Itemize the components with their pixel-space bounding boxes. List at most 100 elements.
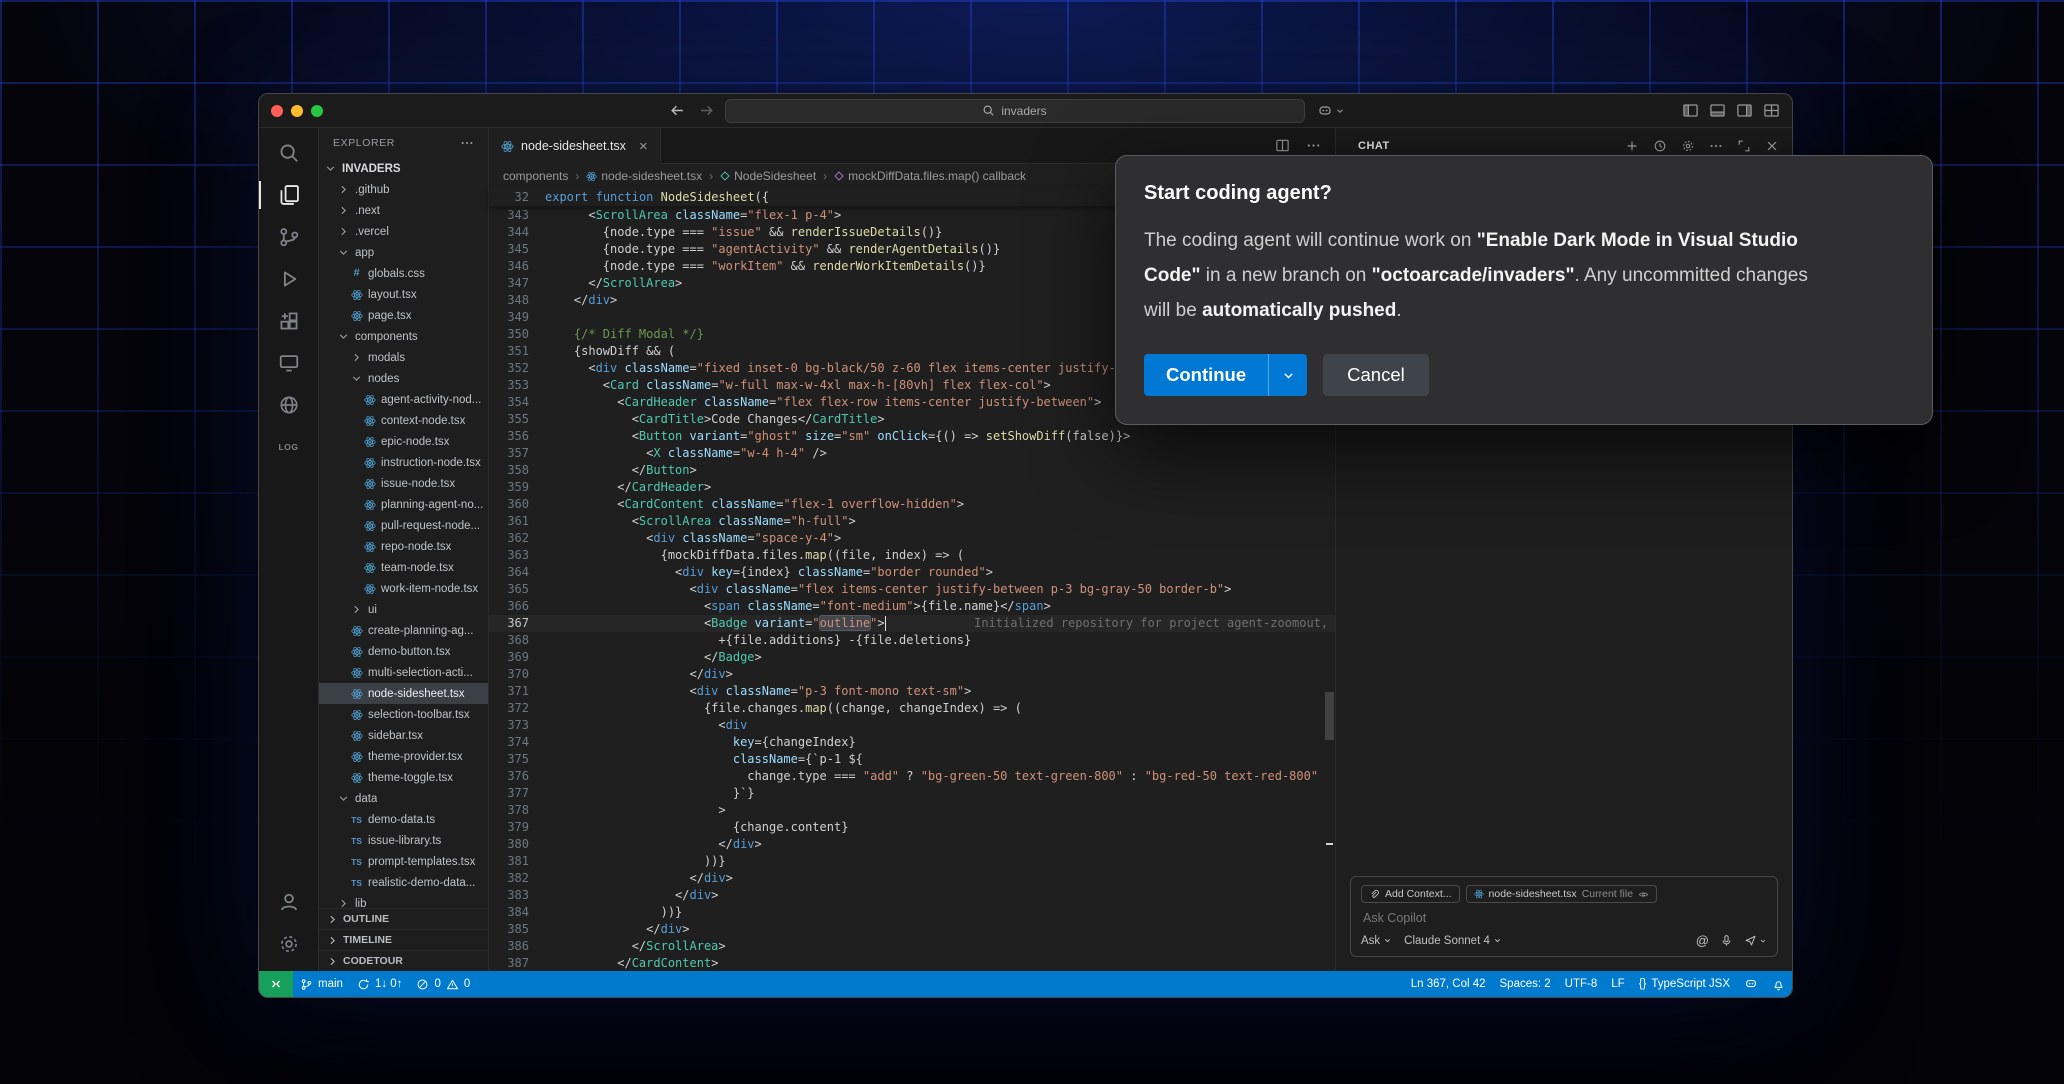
toggle-panel-icon[interactable] xyxy=(1709,102,1726,119)
chat-history-icon[interactable] xyxy=(1650,136,1670,156)
code-line-371[interactable]: 371 <div className="p-3 font-mono text-s… xyxy=(489,683,1335,700)
tree-item-issue-node-tsx[interactable]: issue-node.tsx xyxy=(319,473,488,494)
minimize-window-button[interactable] xyxy=(291,105,303,117)
activitybar-search[interactable] xyxy=(267,132,311,174)
code-line-385[interactable]: 385 </div> xyxy=(489,921,1335,938)
tab-node-sidesheet[interactable]: node-sidesheet.tsx × xyxy=(489,128,661,164)
tree-item-epic-node-tsx[interactable]: epic-node.tsx xyxy=(319,431,488,452)
breadcrumb-file[interactable]: node-sidesheet.tsx xyxy=(586,169,702,183)
code-line-362[interactable]: 362 <div className="space-y-4"> xyxy=(489,530,1335,547)
eol-status[interactable]: LF xyxy=(1604,971,1631,997)
tree-item-data[interactable]: data xyxy=(319,788,488,809)
code-line-376[interactable]: 376 change.type === "add" ? "bg-green-50… xyxy=(489,768,1335,785)
current-file-chip[interactable]: node-sidesheet.tsx Current file xyxy=(1466,885,1658,903)
tree-item-create-planning-ag[interactable]: create-planning-ag... xyxy=(319,620,488,641)
navigate-back-icon[interactable] xyxy=(667,100,688,121)
activitybar-ports[interactable] xyxy=(267,384,311,426)
remote-indicator[interactable] xyxy=(259,971,293,997)
tree-item-prompt-templates-tsx[interactable]: TSprompt-templates.tsx xyxy=(319,851,488,872)
model-picker[interactable]: Claude Sonnet 4 xyxy=(1404,935,1502,947)
tree-item-theme-provider-tsx[interactable]: theme-provider.tsx xyxy=(319,746,488,767)
code-line-369[interactable]: 369 </Badge> xyxy=(489,649,1335,666)
code-line-381[interactable]: 381 ))} xyxy=(489,853,1335,870)
activitybar-accounts[interactable] xyxy=(267,881,311,923)
activitybar-run-debug[interactable] xyxy=(267,258,311,300)
tree-item-planning-agent-no[interactable]: planning-agent-no... xyxy=(319,494,488,515)
activitybar-source-control[interactable] xyxy=(267,216,311,258)
notifications[interactable] xyxy=(1765,971,1792,997)
tree-item-globals-css[interactable]: #globals.css xyxy=(319,263,488,284)
continue-split-button[interactable]: Continue xyxy=(1144,354,1307,396)
tree-item-issue-library-ts[interactable]: TSissue-library.ts xyxy=(319,830,488,851)
tree-item-selection-toolbar-tsx[interactable]: selection-toolbar.tsx xyxy=(319,704,488,725)
git-branch-status[interactable]: main xyxy=(293,971,350,997)
eye-icon[interactable] xyxy=(1638,889,1649,900)
tree-item-pull-request-node[interactable]: pull-request-node... xyxy=(319,515,488,536)
activitybar-log-extension[interactable]: LOG xyxy=(267,426,311,468)
tree-item-layout-tsx[interactable]: layout.tsx xyxy=(319,284,488,305)
code-line-384[interactable]: 384 ))} xyxy=(489,904,1335,921)
code-line-360[interactable]: 360 <CardContent className="flex-1 overf… xyxy=(489,496,1335,513)
breadcrumb-folder[interactable]: components xyxy=(503,169,568,183)
send-icon[interactable] xyxy=(1744,934,1767,947)
new-chat-icon[interactable] xyxy=(1622,136,1642,156)
code-line-366[interactable]: 366 <span className="font-medium">{file.… xyxy=(489,598,1335,615)
tree-item-ui[interactable]: ui xyxy=(319,599,488,620)
tree-item-demo-button-tsx[interactable]: demo-button.tsx xyxy=(319,641,488,662)
code-line-380[interactable]: 380 </div> xyxy=(489,836,1335,853)
sync-status[interactable]: 1↓ 0↑ xyxy=(350,971,410,997)
chat-input-box[interactable]: Add Context... node-sidesheet.tsx Curren… xyxy=(1350,876,1778,957)
code-line-358[interactable]: 358 </Button> xyxy=(489,462,1335,479)
tree-item-github[interactable]: .github xyxy=(319,179,488,200)
chat-settings-gear-icon[interactable] xyxy=(1678,136,1698,156)
tree-item-nodes[interactable]: nodes xyxy=(319,368,488,389)
chat-mode-picker[interactable]: Ask xyxy=(1361,935,1392,947)
activitybar-settings[interactable] xyxy=(267,923,311,965)
chat-close-icon[interactable] xyxy=(1762,136,1782,156)
tree-item-app[interactable]: app xyxy=(319,242,488,263)
close-window-button[interactable] xyxy=(271,105,283,117)
copilot-menu-button[interactable] xyxy=(1317,103,1345,119)
problems-status[interactable]: 0 0 xyxy=(409,971,477,997)
add-context-button[interactable]: Add Context... xyxy=(1361,885,1460,903)
tree-item-invaders[interactable]: INVADERS xyxy=(319,158,488,179)
tree-item-components[interactable]: components xyxy=(319,326,488,347)
chat-maximize-icon[interactable] xyxy=(1734,136,1754,156)
tree-item-team-node-tsx[interactable]: team-node.tsx xyxy=(319,557,488,578)
continue-options-chevron[interactable] xyxy=(1269,354,1307,396)
activitybar-extensions[interactable] xyxy=(267,300,311,342)
code-line-383[interactable]: 383 </div> xyxy=(489,887,1335,904)
toggle-secondary-sidebar-icon[interactable] xyxy=(1736,102,1753,119)
code-line-363[interactable]: 363 {mockDiffData.files.map((file, index… xyxy=(489,547,1335,564)
breadcrumb-symbol-class[interactable]: NodeSidesheet xyxy=(720,169,816,183)
tree-item-demo-data-ts[interactable]: TSdemo-data.ts xyxy=(319,809,488,830)
tree-item-vercel[interactable]: .vercel xyxy=(319,221,488,242)
code-line-367[interactable]: 367 <Badge variant="outline">Initialized… xyxy=(489,615,1335,632)
code-line-372[interactable]: 372 {file.changes.map((change, changeInd… xyxy=(489,700,1335,717)
chat-more-icon[interactable] xyxy=(1706,136,1726,156)
code-line-359[interactable]: 359 </CardHeader> xyxy=(489,479,1335,496)
code-line-377[interactable]: 377 }`} xyxy=(489,785,1335,802)
code-line-370[interactable]: 370 </div> xyxy=(489,666,1335,683)
language-mode[interactable]: {} TypeScript JSX xyxy=(1632,971,1737,997)
navigate-forward-icon[interactable] xyxy=(696,100,717,121)
code-line-375[interactable]: 375 className={`p-1 ${ xyxy=(489,751,1335,768)
command-center-search[interactable]: invaders xyxy=(725,99,1305,123)
customize-layout-icon[interactable] xyxy=(1763,102,1780,119)
outline-section[interactable]: OUTLINE xyxy=(319,908,488,929)
tree-item-modals[interactable]: modals xyxy=(319,347,488,368)
code-line-386[interactable]: 386 </ScrollArea> xyxy=(489,938,1335,955)
tree-item-page-tsx[interactable]: page.tsx xyxy=(319,305,488,326)
code-line-368[interactable]: 368 +{file.additions} -{file.deletions} xyxy=(489,632,1335,649)
code-line-379[interactable]: 379 {change.content} xyxy=(489,819,1335,836)
close-tab-icon[interactable]: × xyxy=(639,139,648,154)
mention-icon[interactable]: @ xyxy=(1696,933,1709,948)
tree-item-node-sidesheet-tsx[interactable]: node-sidesheet.tsx xyxy=(319,683,488,704)
cursor-position[interactable]: Ln 367, Col 42 xyxy=(1404,971,1493,997)
tree-item-context-node-tsx[interactable]: context-node.tsx xyxy=(319,410,488,431)
code-line-387[interactable]: 387 </CardContent> xyxy=(489,955,1335,971)
codetour-section[interactable]: CODETOUR xyxy=(319,950,488,971)
copilot-status[interactable] xyxy=(1737,971,1765,997)
code-line-378[interactable]: 378 > xyxy=(489,802,1335,819)
tree-item-theme-toggle-tsx[interactable]: theme-toggle.tsx xyxy=(319,767,488,788)
